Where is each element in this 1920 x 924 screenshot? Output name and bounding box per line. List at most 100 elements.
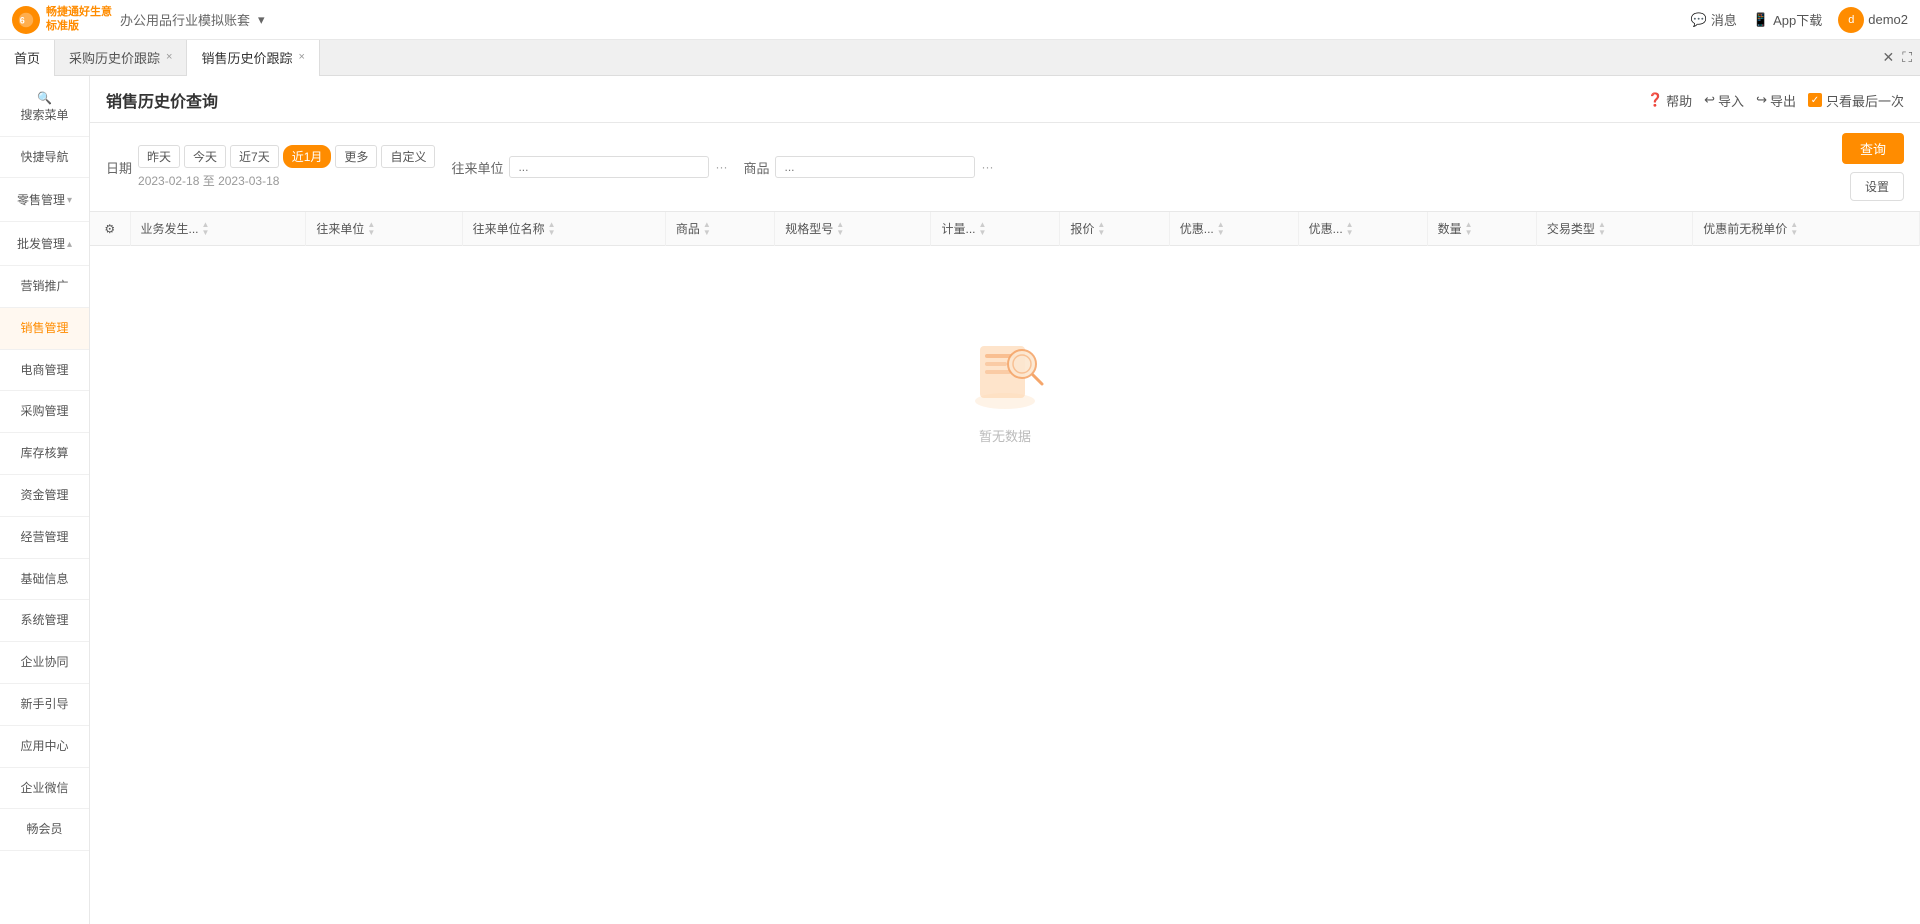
tab-sales-label: 销售历史价跟踪 bbox=[201, 48, 292, 67]
tab-purchase-close[interactable]: × bbox=[166, 52, 172, 63]
sidebar-item-finance[interactable]: 资金管理 bbox=[0, 475, 89, 517]
sidebar-item-marketing[interactable]: 营销推广 bbox=[0, 266, 89, 308]
date-btn-custom[interactable]: 自定义 bbox=[381, 145, 435, 168]
empty-state: 暂无数据 bbox=[90, 246, 1920, 525]
sidebar-item-enterprise[interactable]: 企业协同 bbox=[0, 642, 89, 684]
date-btn-1month[interactable]: 近1月 bbox=[283, 145, 332, 168]
partner-filter: 往来单位 ··· bbox=[451, 156, 727, 178]
date-btn-yesterday[interactable]: 昨天 bbox=[138, 145, 180, 168]
user-profile[interactable]: d demo2 bbox=[1838, 7, 1908, 33]
filter-row: 日期 昨天 今天 近7天 近1月 更多 自定义 2023-02-18 至 202… bbox=[106, 133, 1904, 201]
sidebar-item-apps[interactable]: 应用中心 bbox=[0, 726, 89, 768]
sidebar-system-label: 系统管理 bbox=[4, 612, 85, 629]
sidebar-item-wholesale[interactable]: 批发管理 ▴ bbox=[0, 222, 89, 266]
sidebar-item-wechat[interactable]: 企业微信 bbox=[0, 768, 89, 810]
sidebar-item-system[interactable]: 系统管理 bbox=[0, 600, 89, 642]
import-button[interactable]: ↩ 导入 bbox=[1704, 91, 1744, 110]
logo-icon: 6 bbox=[12, 6, 40, 34]
sort-icons-trade-type: ▲ ▼ bbox=[1598, 221, 1606, 237]
help-icon: ❓ bbox=[1647, 92, 1663, 108]
date-filter: 日期 昨天 今天 近7天 近1月 更多 自定义 2023-02-18 至 202… bbox=[106, 145, 435, 189]
tab-close-window-button[interactable]: ✕ bbox=[1882, 49, 1894, 66]
sort-icons-partner-code: ▲ ▼ bbox=[367, 221, 375, 237]
filter-right-actions: 查询 设置 bbox=[1842, 133, 1904, 201]
svg-text:6: 6 bbox=[20, 15, 25, 25]
sidebar-marketing-label: 营销推广 bbox=[4, 278, 85, 295]
topbar-left: 6 畅捷通好生意 标准版 办公用品行业模拟账套 ▾ bbox=[12, 6, 265, 34]
page-title: 销售历史价查询 bbox=[106, 88, 218, 112]
date-btn-7days[interactable]: 近7天 bbox=[230, 145, 279, 168]
sidebar-enterprise-label: 企业协同 bbox=[4, 654, 85, 671]
export-button[interactable]: ↪ 导出 bbox=[1756, 91, 1796, 110]
table-header-quote[interactable]: 报价 ▲ ▼ bbox=[1060, 212, 1169, 246]
app-download-button[interactable]: 📱 App下载 bbox=[1753, 10, 1822, 29]
tab-purchase-label: 采购历史价跟踪 bbox=[69, 48, 160, 67]
tab-purchase-history[interactable]: 采购历史价跟踪 × bbox=[55, 40, 187, 76]
table-header-row: ⚙ 业务发生... ▲ ▼ bbox=[90, 212, 1920, 246]
date-btn-today[interactable]: 今天 bbox=[184, 145, 226, 168]
tab-sales-close[interactable]: × bbox=[298, 52, 304, 63]
sidebar-item-inventory[interactable]: 库存核算 bbox=[0, 433, 89, 475]
wholesale-arrow-icon: ▴ bbox=[67, 238, 72, 252]
sidebar-retail-label: 零售管理 bbox=[17, 192, 65, 209]
table-header-qty[interactable]: 数量 ▲ ▼ bbox=[1427, 212, 1536, 246]
partner-ellipsis-icon[interactable]: ··· bbox=[715, 160, 727, 174]
query-button[interactable]: 查询 bbox=[1842, 133, 1904, 164]
main-layout: 🔍 搜索菜单 快捷导航 零售管理 ▾ 批发管理 ▴ 营销推广 销售管理 电商管理 bbox=[0, 76, 1920, 924]
table-header-partner-code[interactable]: 往来单位 ▲ ▼ bbox=[306, 212, 462, 246]
logo-area: 6 畅捷通好生意 标准版 bbox=[12, 6, 112, 34]
table-header-trade-type[interactable]: 交易类型 ▲ ▼ bbox=[1536, 212, 1692, 246]
sidebar-item-search[interactable]: 🔍 搜索菜单 bbox=[0, 76, 89, 137]
table-header-goods[interactable]: 商品 ▲ ▼ bbox=[665, 212, 774, 246]
help-button[interactable]: ❓ 帮助 bbox=[1647, 91, 1692, 110]
sidebar-wholesale-label: 批发管理 bbox=[17, 236, 65, 253]
table-header-unit[interactable]: 计量... ▲ ▼ bbox=[931, 212, 1060, 246]
table-area: ⚙ 业务发生... ▲ ▼ bbox=[90, 212, 1920, 924]
table-header-spec[interactable]: 规格型号 ▲ ▼ bbox=[775, 212, 931, 246]
table-header-partner-name[interactable]: 往来单位名称 ▲ ▼ bbox=[462, 212, 665, 246]
goods-ellipsis-icon[interactable]: ··· bbox=[981, 160, 993, 174]
empty-icon bbox=[960, 326, 1050, 416]
topbar: 6 畅捷通好生意 标准版 办公用品行业模拟账套 ▾ 💬 消息 📱 App下载 d… bbox=[0, 0, 1920, 40]
sidebar-item-sales[interactable]: 销售管理 bbox=[0, 308, 89, 350]
table-header-discount2[interactable]: 优惠... ▲ ▼ bbox=[1298, 212, 1427, 246]
date-buttons: 昨天 今天 近7天 近1月 更多 自定义 bbox=[138, 145, 435, 168]
partner-input[interactable] bbox=[509, 156, 709, 178]
sidebar-finance-label: 资金管理 bbox=[4, 487, 85, 504]
table-gear-icon[interactable]: ⚙ bbox=[104, 222, 115, 236]
tab-sales-history[interactable]: 销售历史价跟踪 × bbox=[187, 40, 319, 76]
sidebar-item-basic[interactable]: 基础信息 bbox=[0, 559, 89, 601]
message-button[interactable]: 💬 消息 bbox=[1691, 10, 1737, 29]
sort-icons-quote: ▲ ▼ bbox=[1097, 221, 1105, 237]
tab-maximize-button[interactable]: ⛶ bbox=[1902, 49, 1912, 66]
table-header-pretax-price[interactable]: 优惠前无税单价 ▲ ▼ bbox=[1693, 212, 1920, 246]
goods-filter: 商品 ··· bbox=[743, 156, 993, 178]
date-btn-more[interactable]: 更多 bbox=[335, 145, 377, 168]
sidebar-apps-label: 应用中心 bbox=[4, 738, 85, 755]
sidebar-item-member[interactable]: 畅会员 bbox=[0, 809, 89, 851]
table-header-biz-date[interactable]: 业务发生... ▲ ▼ bbox=[130, 212, 306, 246]
sidebar-item-newbie[interactable]: 新手引导 bbox=[0, 684, 89, 726]
sidebar-item-ecommerce[interactable]: 电商管理 bbox=[0, 350, 89, 392]
sidebar-item-retail[interactable]: 零售管理 ▾ bbox=[0, 178, 89, 222]
table-header-settings[interactable]: ⚙ bbox=[90, 212, 130, 246]
topbar-title: 办公用品行业模拟账套 bbox=[120, 10, 250, 29]
tab-actions: ✕ ⛶ bbox=[1882, 49, 1920, 66]
only-last-checkbox-label[interactable]: 只看最后一次 bbox=[1808, 91, 1904, 110]
topbar-dropdown-icon[interactable]: ▾ bbox=[258, 12, 265, 28]
settings-button[interactable]: 设置 bbox=[1850, 172, 1904, 201]
goods-input[interactable] bbox=[775, 156, 975, 178]
sidebar-item-operations[interactable]: 经营管理 bbox=[0, 517, 89, 559]
import-icon: ↩ bbox=[1704, 92, 1715, 108]
sidebar-search-label: 搜索菜单 bbox=[4, 107, 85, 124]
sort-icons-discount1: ▲ ▼ bbox=[1217, 221, 1225, 237]
sort-icons-spec: ▲ ▼ bbox=[836, 221, 844, 237]
only-last-checkbox[interactable] bbox=[1808, 93, 1822, 107]
tab-home[interactable]: 首页 bbox=[0, 40, 55, 76]
sort-icons-pretax-price: ▲ ▼ bbox=[1790, 221, 1798, 237]
sort-down-icon: ▼ bbox=[202, 229, 210, 237]
table-header-discount1[interactable]: 优惠... ▲ ▼ bbox=[1169, 212, 1298, 246]
sidebar-item-shortcut[interactable]: 快捷导航 bbox=[0, 137, 89, 179]
sidebar-item-purchase[interactable]: 采购管理 bbox=[0, 391, 89, 433]
content-area: 销售历史价查询 ❓ 帮助 ↩ 导入 ↪ 导出 只看最后一次 bbox=[90, 76, 1920, 924]
